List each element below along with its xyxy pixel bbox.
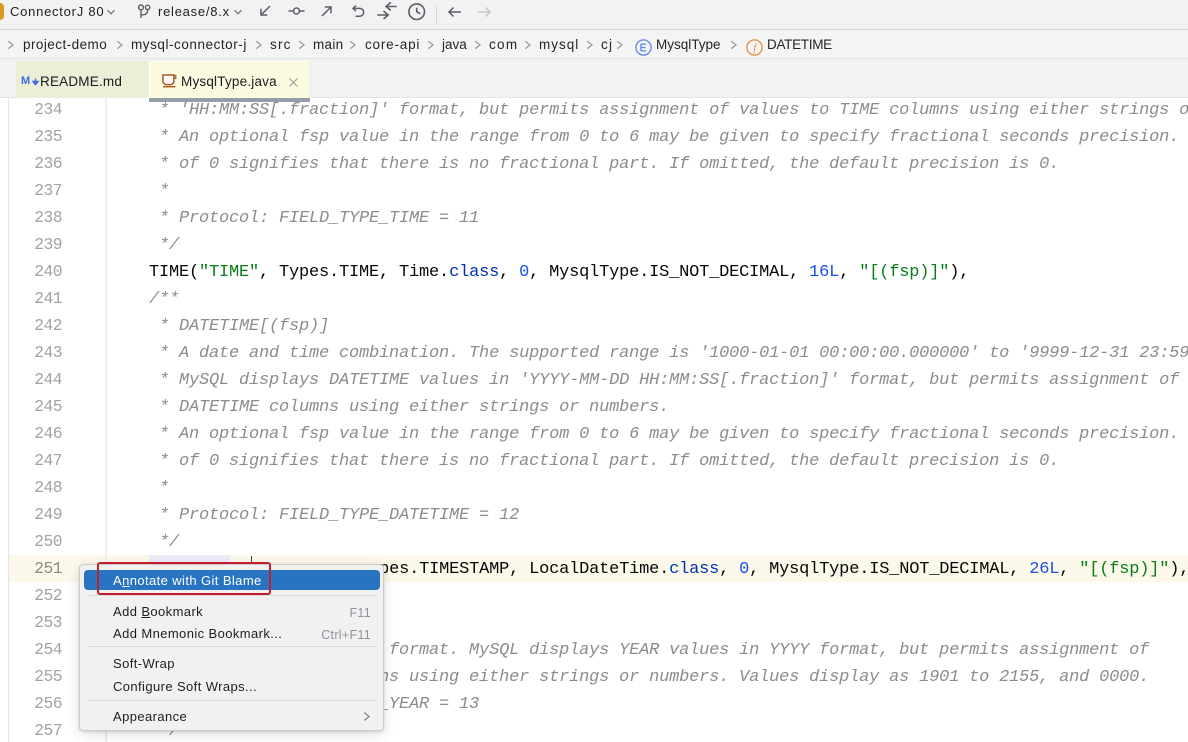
svg-text:f: f <box>753 42 758 54</box>
